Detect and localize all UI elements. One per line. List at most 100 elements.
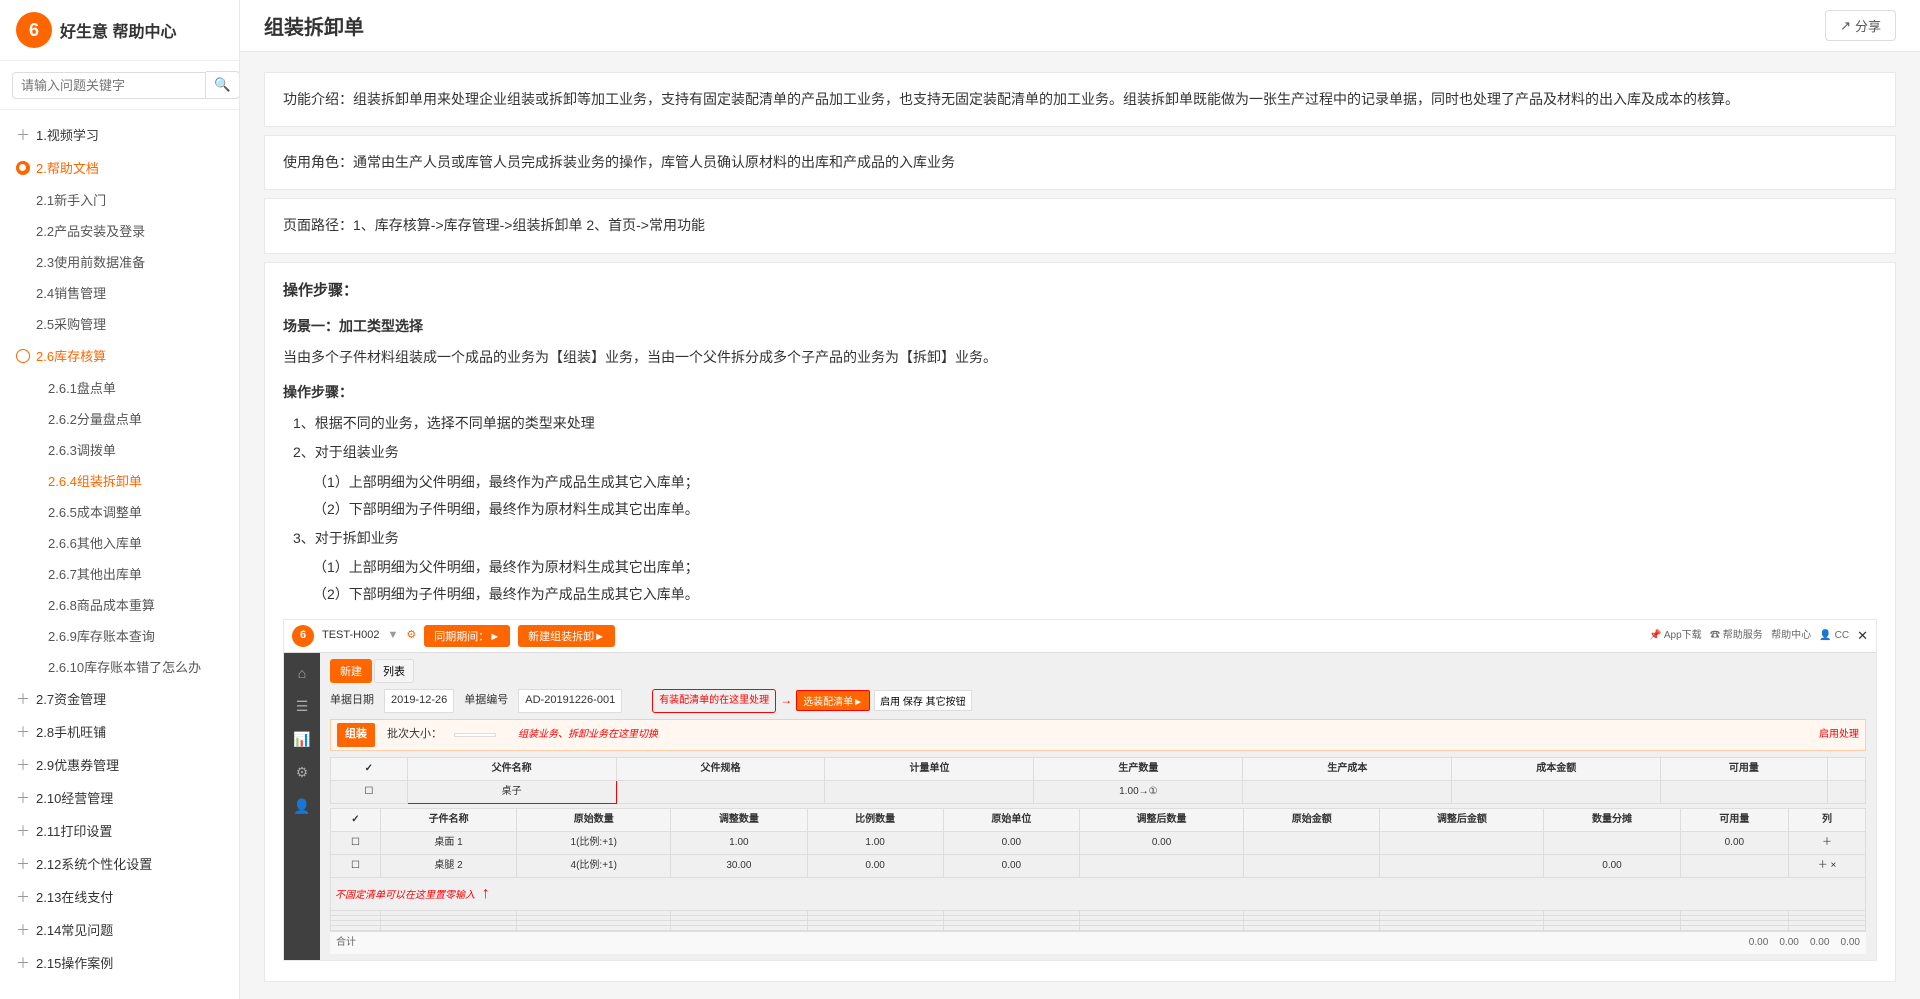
child-row-3: 不固定清单可以在这里置零输入 ↑	[331, 877, 1866, 911]
screenshot-period-btn[interactable]: 同期期间：►	[424, 625, 510, 647]
screenshot-btn-extra[interactable]: 启用 保存 其它按钮	[874, 690, 972, 711]
sidebar-item-settings[interactable]: ＋ 2.12系统个性化设置	[0, 847, 239, 880]
sidebar-item-coupon[interactable]: ＋ 2.9优惠券管理	[0, 748, 239, 781]
step2-sub1: （1）上部明细为父件明细，最终作为产成品生成其它入库单；	[283, 470, 1877, 495]
screenshot-tab-new[interactable]: 新建	[330, 659, 372, 683]
ctr7-name	[380, 926, 516, 931]
ctr1-avail: 0.00	[1680, 831, 1788, 854]
screenshot-type-row: 组装 批次大小： 组装业务、拆卸业务在这里切换 启用处理	[330, 719, 1866, 751]
sidebar-item-assembly[interactable]: 2.6.4组装拆卸单	[0, 465, 239, 496]
sidebar-item-video[interactable]: ＋ 1.视频学习	[0, 118, 239, 151]
date-label: 单据日期	[330, 691, 374, 711]
cth-orig-amount: 原始金额	[1244, 808, 1380, 831]
sub-table-wrapper: ✓ 子件名称 原始数量 调整数量 比例数量 原始单位 调整后数量 原始金额	[330, 808, 1866, 932]
ops-heading: 操作步骤：	[283, 277, 1877, 304]
sidebar-item-inbound[interactable]: 2.6.6其他入库单	[0, 527, 239, 558]
th-parent-name: 父件名称	[407, 757, 616, 780]
bottom-label: 合计	[336, 934, 356, 952]
ctr7-c	[517, 926, 671, 931]
plus-icon-online: ＋	[16, 890, 30, 904]
plus-icon-coupon: ＋	[16, 758, 30, 772]
sidebar-item-purchase[interactable]: 2.5采购管理	[0, 308, 239, 339]
screenshot-id: TEST-H002	[322, 626, 379, 646]
sidebar-item-install[interactable]: 2.2产品安装及登录	[0, 215, 239, 246]
sidebar-item-mobile[interactable]: ＋ 2.8手机旺铺	[0, 715, 239, 748]
plus-icon-faq: ＋	[16, 923, 30, 937]
ctr7-i	[1380, 926, 1544, 931]
screenshot-close-icon: ✕	[1857, 624, 1868, 647]
sidebar-item-finance-label: 2.7资金管理	[36, 689, 106, 708]
cth-orig-unit: 原始单位	[943, 808, 1079, 831]
sidebar-item-transfer[interactable]: 2.6.3调拨单	[0, 434, 239, 465]
ctr2-adj-qty: 30.00	[671, 854, 807, 877]
cth-check: ✓	[331, 808, 381, 831]
sidebar-item-error[interactable]: 2.6.10库存账本错了怎么办	[0, 651, 239, 682]
sidebar-item-video-label: 1.视频学习	[36, 125, 99, 144]
th-cost-amount: 成本金额	[1452, 757, 1661, 780]
td-prod-qty: 1.00→①	[1034, 780, 1243, 803]
step3-sub1: （1）上部明细为父件明细，最终作为原材料生成其它出库单；	[283, 555, 1877, 580]
search-box: 🔍	[0, 61, 239, 110]
plus-icon-print: ＋	[16, 824, 30, 838]
parent-table: ✓ 父件名称 父件规格 计量单位 生产数量 生产成本 成本金额 可用量	[330, 757, 1866, 804]
sidebar-item-cases[interactable]: ＋ 2.15操作案例	[0, 946, 239, 979]
td-unit	[825, 780, 1034, 803]
sidebar-item-docs[interactable]: 2.帮助文档	[0, 151, 239, 184]
sidebar-item-recalc[interactable]: 2.6.8商品成本重算	[0, 589, 239, 620]
sidebar-item-online-label: 2.13在线支付	[36, 887, 113, 906]
logo-text: 好生意 帮助中心	[60, 18, 176, 42]
num-label: 单据编号	[464, 691, 508, 711]
sidebar-item-inventory[interactable]: 2.6库存核算	[0, 339, 239, 372]
screenshot-tab-list[interactable]: 列表	[374, 659, 414, 683]
sidebar-item-stocktake[interactable]: 2.6.1盘点单	[0, 372, 239, 403]
sidebar-item-mobile-label: 2.8手机旺铺	[36, 722, 106, 741]
search-input[interactable]	[12, 72, 206, 99]
ctr1-orig-qty: 1(比例:+1)	[517, 831, 671, 854]
sidebar-item-print[interactable]: ＋ 2.11打印设置	[0, 814, 239, 847]
screenshot-new-btn[interactable]: 新建组装拆卸►	[518, 625, 615, 647]
nav-home-icon: ⌂	[298, 661, 306, 686]
td-row-action	[1827, 780, 1865, 803]
screenshot-fields: 单据日期 2019-12-26 单据编号 AD-20191226-001 有装配…	[330, 689, 1866, 713]
th-prod-cost: 生产成本	[1243, 757, 1452, 780]
screenshot-content: 新建 列表 单据日期 2019-12-26 单据编号 AD-20191226-0…	[320, 653, 1876, 961]
ctr1-adj-amt	[1380, 831, 1544, 854]
annotation2-detail: 启用处理	[1819, 726, 1859, 744]
plus-icon-cases: ＋	[16, 956, 30, 970]
child-row-7	[331, 926, 1866, 931]
step2: 2、对于组装业务	[283, 440, 1877, 465]
ops-steps-heading: 操作步骤：	[283, 380, 1877, 405]
td-check: ☐	[331, 780, 408, 803]
mock-screenshot: 6 TEST-H002 ▼ ⚙ 同期期间：► 新建组装拆卸► 📌 App下载 ☎…	[284, 620, 1876, 960]
ctr7-h	[1244, 926, 1380, 931]
qty-label: 批次大小：	[387, 725, 442, 745]
ctr1-alloc	[1544, 831, 1680, 854]
sidebar-item-partition[interactable]: 2.6.2分量盘点单	[0, 403, 239, 434]
sidebar-item-online[interactable]: ＋ 2.13在线支付	[0, 880, 239, 913]
search-button[interactable]: 🔍	[206, 71, 240, 99]
sidebar-item-newbie[interactable]: 2.1新手入门	[0, 184, 239, 215]
ctr1-check: ☐	[331, 831, 381, 854]
share-button[interactable]: ↗ 分享	[1825, 10, 1896, 41]
sidebar-item-ledger[interactable]: 2.6.9库存账本查询	[0, 620, 239, 651]
ctr2-avail	[1680, 854, 1788, 877]
scene1-heading: 场景一：加工类型选择	[283, 314, 1877, 339]
sidebar-item-cost[interactable]: 2.6.5成本调整单	[0, 496, 239, 527]
sidebar-item-faq-label: 2.14常见问题	[36, 920, 113, 939]
annotation1-btn[interactable]: 选装配清单►	[796, 690, 870, 711]
sidebar-header: 6 好生意 帮助中心	[0, 0, 239, 61]
sidebar-item-faq[interactable]: ＋ 2.14常见问题	[0, 913, 239, 946]
sidebar-item-ops[interactable]: ＋ 2.10经营管理	[0, 781, 239, 814]
sidebar-item-finance[interactable]: ＋ 2.7资金管理	[0, 682, 239, 715]
cth-adj-qty: 调整数量	[671, 808, 807, 831]
ctr7-l	[1789, 926, 1866, 931]
sidebar-item-sales[interactable]: 2.4销售管理	[0, 277, 239, 308]
sidebar-item-outbound[interactable]: 2.6.7其他出库单	[0, 558, 239, 589]
td-parent-spec	[616, 780, 825, 803]
th-check: ✓	[331, 757, 408, 780]
step3-sub2: （2）下部明细为子件明细，最终作为产成品生成其它入库单。	[283, 582, 1877, 607]
screenshot-logo: 6	[292, 625, 314, 647]
sidebar-item-print-label: 2.11打印设置	[36, 821, 112, 840]
plus-icon-ops: ＋	[16, 791, 30, 805]
sidebar-item-data[interactable]: 2.3使用前数据准备	[0, 246, 239, 277]
